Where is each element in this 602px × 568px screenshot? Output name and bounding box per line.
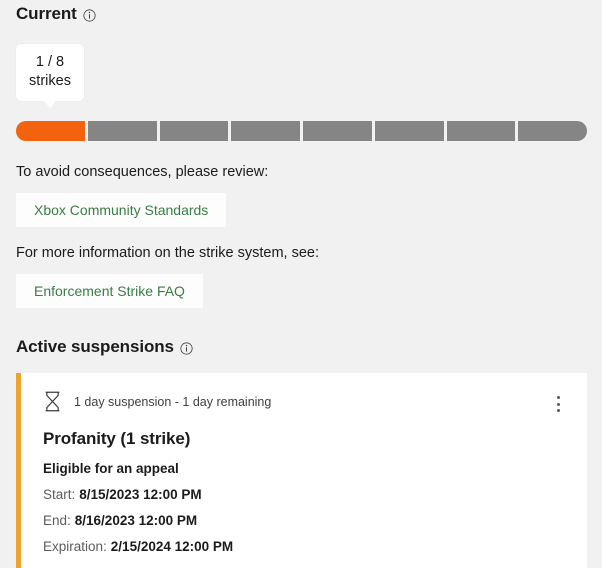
kebab-dot xyxy=(556,396,560,399)
active-suspensions-label: Active suspensions xyxy=(16,337,174,356)
strike-count-unit: strikes xyxy=(29,73,71,89)
suspension-end-value: 8/16/2023 12:00 PM xyxy=(74,513,198,528)
hourglass-icon xyxy=(43,391,62,412)
strike-segment-1 xyxy=(16,121,85,141)
strike-segment-7 xyxy=(446,121,516,141)
kebab-dot xyxy=(556,402,560,406)
suspension-expiration-value: 2/15/2024 12:00 PM xyxy=(110,539,234,554)
callout-tail xyxy=(43,100,57,108)
suspension-card-header: 1 day suspension - 1 day remaining xyxy=(43,391,571,417)
strike-segment-4 xyxy=(231,121,300,141)
kebab-menu-icon[interactable] xyxy=(547,391,569,417)
strike-segment-6 xyxy=(374,121,444,141)
current-heading-label: Current xyxy=(16,4,77,23)
suspension-start-row: Start: 8/15/2023 12:00 PM xyxy=(43,487,571,502)
strike-segment-8 xyxy=(518,121,587,141)
violation-title: Profanity (1 strike) xyxy=(43,429,191,448)
xbox-community-standards-link[interactable]: Xbox Community Standards xyxy=(16,193,227,227)
suspension-end-row: End: 8/16/2023 12:00 PM xyxy=(43,513,571,528)
suspension-end-label: End: xyxy=(43,513,71,528)
strike-system-info-text: For more information on the strike syste… xyxy=(16,245,319,261)
info-icon[interactable] xyxy=(180,341,193,355)
strike-segment-2 xyxy=(87,121,157,141)
active-suspensions-heading: Active suspensions xyxy=(16,337,193,357)
strike-count-value: 1 / 8 xyxy=(35,54,65,70)
current-section-heading: Current xyxy=(16,4,96,24)
suspension-start-label: Start: xyxy=(43,487,76,502)
strike-segment-5 xyxy=(303,121,372,141)
strike-count-callout: 1 / 8 strikes xyxy=(16,44,84,108)
strike-progress-bar xyxy=(16,121,587,141)
appeal-status: Eligible for an appeal xyxy=(43,461,179,476)
kebab-dot xyxy=(556,409,560,412)
suspension-start-value: 8/15/2023 12:00 PM xyxy=(79,487,202,502)
strike-segment-3 xyxy=(159,121,229,141)
suspension-expiration-row: Expiration: 2/15/2024 12:00 PM xyxy=(43,539,571,554)
suspension-duration-text: 1 day suspension - 1 day remaining xyxy=(74,394,272,409)
suspension-expiration-label: Expiration: xyxy=(43,539,107,554)
info-icon[interactable] xyxy=(83,8,96,22)
review-prompt-text: To avoid consequences, please review: xyxy=(16,164,269,180)
suspension-card: 1 day suspension - 1 day remaining Profa… xyxy=(16,373,587,568)
enforcement-strike-faq-link[interactable]: Enforcement Strike FAQ xyxy=(16,274,203,308)
suspension-duration-group: 1 day suspension - 1 day remaining xyxy=(43,391,271,412)
